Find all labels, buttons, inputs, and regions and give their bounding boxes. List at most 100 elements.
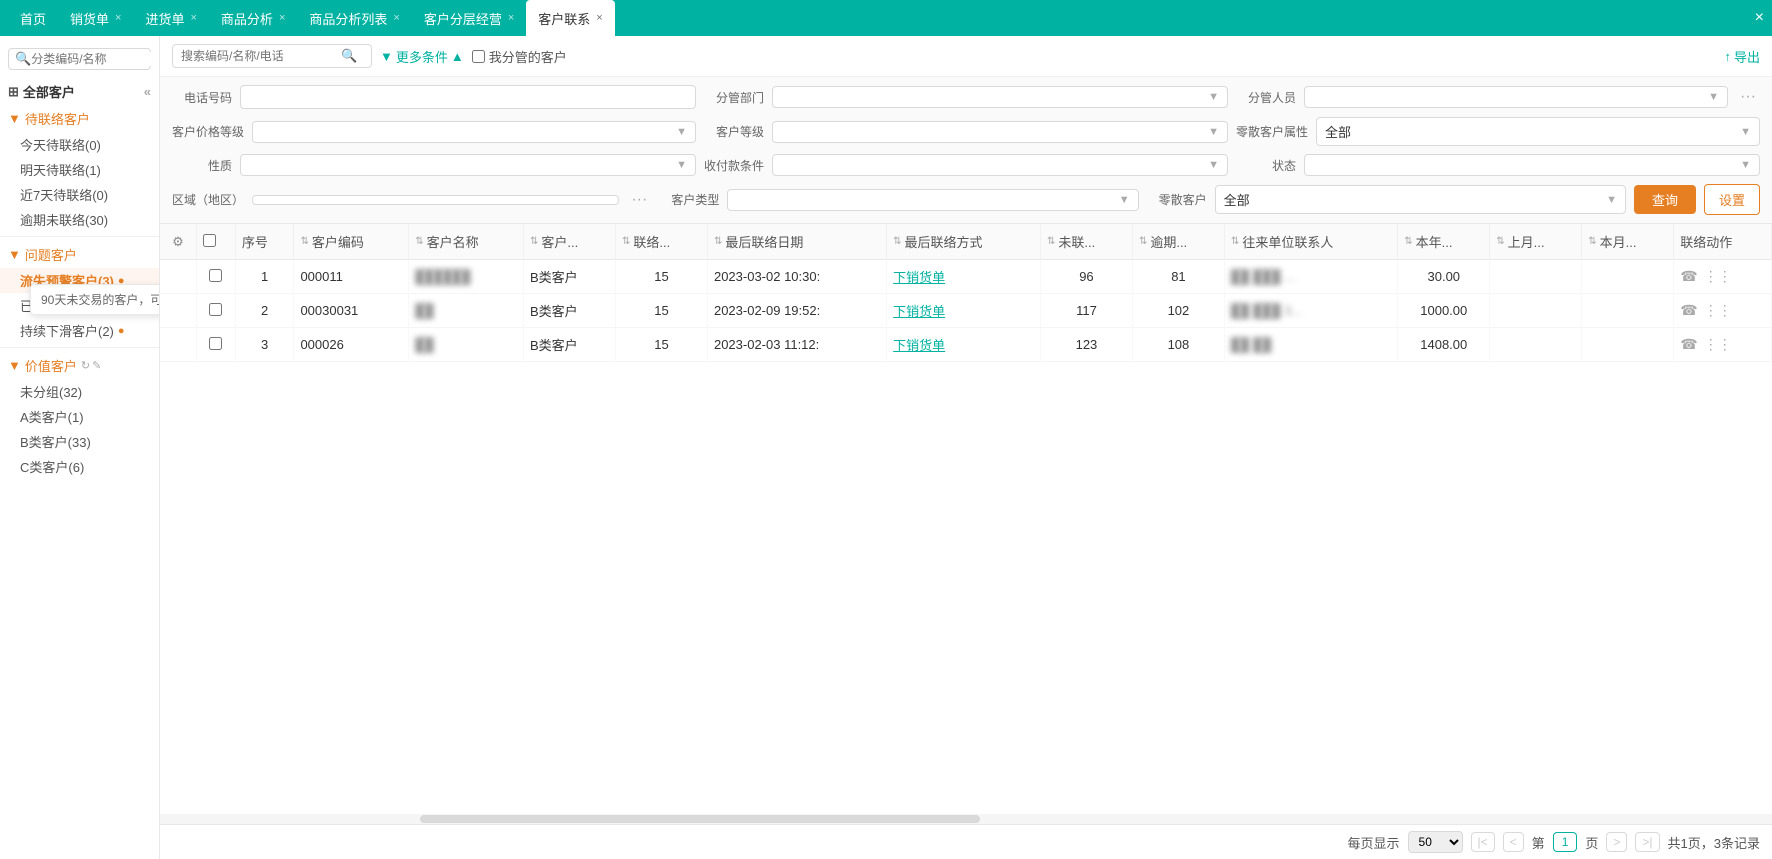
sidebar-item-tomorrow[interactable]: 明天待联络(1) (0, 157, 159, 182)
refresh-value-icon[interactable]: ↻ (81, 359, 90, 372)
row-contacts: 15 (615, 328, 707, 362)
phone-input[interactable] (240, 85, 696, 109)
tab-customer-contact[interactable]: 客户联系 × (526, 0, 614, 36)
close-customer-contact-tab[interactable]: × (596, 12, 602, 24)
retail-customer-select[interactable]: 全部 ▼ (1215, 185, 1626, 214)
close-all-tabs[interactable]: × (1755, 9, 1764, 27)
contact-action-icon[interactable]: ☎ (1680, 268, 1697, 285)
advanced-filter: 电话号码 分管部门 ▼ 分管人员 ▼ ··· (160, 77, 1772, 224)
row-last-method[interactable]: 下销货单 (887, 328, 1041, 362)
sidebar-search[interactable]: 🔍 (8, 48, 151, 70)
sidebar-group-problem[interactable]: ▼ 问题客户 (0, 241, 159, 268)
tab-customer-segmentation[interactable]: 客户分层经营 × (412, 0, 526, 36)
manager-more-icon[interactable]: ··· (1736, 88, 1760, 106)
price-level-select[interactable]: ▼ (252, 121, 696, 143)
first-page-btn[interactable]: |< (1471, 832, 1495, 852)
table-settings-icon[interactable]: ⚙ (172, 234, 184, 249)
row-checkbox-cell[interactable] (196, 260, 235, 294)
horizontal-scrollbar[interactable] (160, 814, 1772, 824)
customer-level-select[interactable]: ▼ (772, 121, 1228, 143)
edit-value-icon[interactable]: ✎ (92, 359, 101, 372)
close-goods-analysis-tab[interactable]: × (279, 12, 285, 24)
row-contacts: 15 (615, 260, 707, 294)
row-checkbox[interactable] (209, 303, 222, 316)
sidebar-search-input[interactable] (31, 52, 160, 66)
retail-attr-select[interactable]: 全部 ▼ (1316, 117, 1760, 146)
manager-select[interactable]: ▼ (1304, 86, 1728, 108)
table-row: 3 000026 ██ B类客户 15 2023-02-03 11:12: 下销… (160, 328, 1772, 362)
manager-label: 分管人员 (1236, 89, 1296, 106)
filter-search-box[interactable]: 🔍 (172, 44, 372, 68)
sidebar-item-today[interactable]: 今天待联络(0) (0, 132, 159, 157)
sidebar-item-type-b[interactable]: B类客户(33) (0, 429, 159, 454)
sort-overdue-icon[interactable]: ⇅ (1139, 236, 1147, 247)
my-customers-check[interactable] (472, 50, 485, 63)
customer-type-select[interactable]: ▼ (727, 189, 1138, 211)
query-button[interactable]: 查询 (1634, 185, 1696, 214)
more-conditions-btn[interactable]: ▼ 更多条件 ▲ (380, 47, 464, 66)
more-action-icon[interactable]: ⋮⋮ (1704, 302, 1732, 319)
row-last-method[interactable]: 下销货单 (887, 260, 1041, 294)
sort-tm-icon[interactable]: ⇅ (1588, 236, 1596, 247)
sidebar-item-type-a[interactable]: A类客户(1) (0, 404, 159, 429)
close-sales-tab[interactable]: × (115, 12, 121, 24)
sidebar-item-ungroup[interactable]: 未分组(32) (0, 379, 159, 404)
last-page-btn[interactable]: >| (1635, 832, 1659, 852)
sidebar-group-value[interactable]: ▼ 价值客户 ↻ ✎ (0, 352, 159, 379)
prev-page-btn[interactable]: < (1503, 832, 1524, 852)
sidebar-all-customers[interactable]: ⊞ 全部客户 « (0, 78, 159, 105)
sidebar-item-overdue-contact[interactable]: 逾期未联络(30) (0, 207, 159, 232)
page-size-select[interactable]: 50 100 (1408, 831, 1463, 853)
my-customers-checkbox[interactable]: 我分管的客户 (472, 47, 567, 66)
dept-select[interactable]: ▼ (772, 86, 1228, 108)
close-purchase-tab[interactable]: × (190, 12, 196, 24)
settings-button[interactable]: 设置 (1704, 184, 1760, 215)
col-code: ⇅ 客户编码 (294, 224, 409, 260)
row-checkbox-cell[interactable] (196, 328, 235, 362)
col-settings[interactable]: ⚙ (160, 224, 196, 260)
row-checkbox[interactable] (209, 269, 222, 282)
payment-select[interactable]: ▼ (772, 154, 1228, 176)
table-footer: 每页显示 50 100 |< < 第 1 页 > >| 共1页，3条记录 (160, 824, 1772, 859)
status-select[interactable]: ▼ (1304, 154, 1760, 176)
tab-goods-analysis[interactable]: 商品分析 × (209, 0, 297, 36)
more-action-icon[interactable]: ⋮⋮ (1704, 336, 1732, 353)
row-last-method[interactable]: 下销货单 (887, 294, 1041, 328)
sort-code-icon[interactable]: ⇅ (300, 236, 308, 247)
sort-cp-icon[interactable]: ⇅ (1231, 236, 1239, 247)
sidebar-group-pending[interactable]: ▼ 待联络客户 (0, 105, 159, 132)
tab-purchase[interactable]: 进货单 × (133, 0, 208, 36)
region-select[interactable] (252, 195, 619, 205)
select-all-checkbox[interactable] (203, 234, 216, 247)
contact-action-icon[interactable]: ☎ (1680, 336, 1697, 353)
export-button[interactable]: ↑ 导出 (1724, 47, 1760, 66)
row-checkbox-cell[interactable] (196, 294, 235, 328)
sort-type-icon[interactable]: ⇅ (530, 236, 538, 247)
contact-action-icon[interactable]: ☎ (1680, 302, 1697, 319)
close-goods-analysis-list-tab[interactable]: × (393, 12, 399, 24)
sort-name-icon[interactable]: ⇅ (415, 236, 423, 247)
more-action-icon[interactable]: ⋮⋮ (1704, 268, 1732, 285)
sort-method-icon[interactable]: ⇅ (893, 236, 901, 247)
sort-uncontacted-icon[interactable]: ⇅ (1047, 236, 1055, 247)
sidebar-item-type-c[interactable]: C类客户(6) (0, 454, 159, 479)
sort-date-icon[interactable]: ⇅ (714, 236, 722, 247)
sidebar-item-declining[interactable]: 持续下滑客户(2) ● (0, 318, 159, 343)
nature-select[interactable]: ▼ (240, 154, 696, 176)
filter-search-button[interactable]: 🔍 (341, 48, 357, 64)
scrollbar-thumb[interactable] (420, 815, 980, 823)
tab-goods-analysis-list[interactable]: 商品分析列表 × (297, 0, 411, 36)
sort-contacts-icon[interactable]: ⇅ (622, 236, 630, 247)
sort-lm-icon[interactable]: ⇅ (1496, 236, 1504, 247)
sidebar-item-week[interactable]: 近7天待联络(0) (0, 182, 159, 207)
filter-search-input[interactable] (181, 49, 341, 63)
tab-sales[interactable]: 销货单 × (58, 0, 133, 36)
col-last-method: ⇅ 最后联络方式 (887, 224, 1041, 260)
customer-type-label: 客户类型 (659, 191, 719, 208)
sort-year-icon[interactable]: ⇅ (1404, 236, 1412, 247)
tab-home[interactable]: 首页 (8, 0, 58, 36)
row-checkbox[interactable] (209, 337, 222, 350)
region-more-icon[interactable]: ··· (627, 191, 651, 209)
next-page-btn[interactable]: > (1606, 832, 1627, 852)
close-customer-seg-tab[interactable]: × (508, 12, 514, 24)
